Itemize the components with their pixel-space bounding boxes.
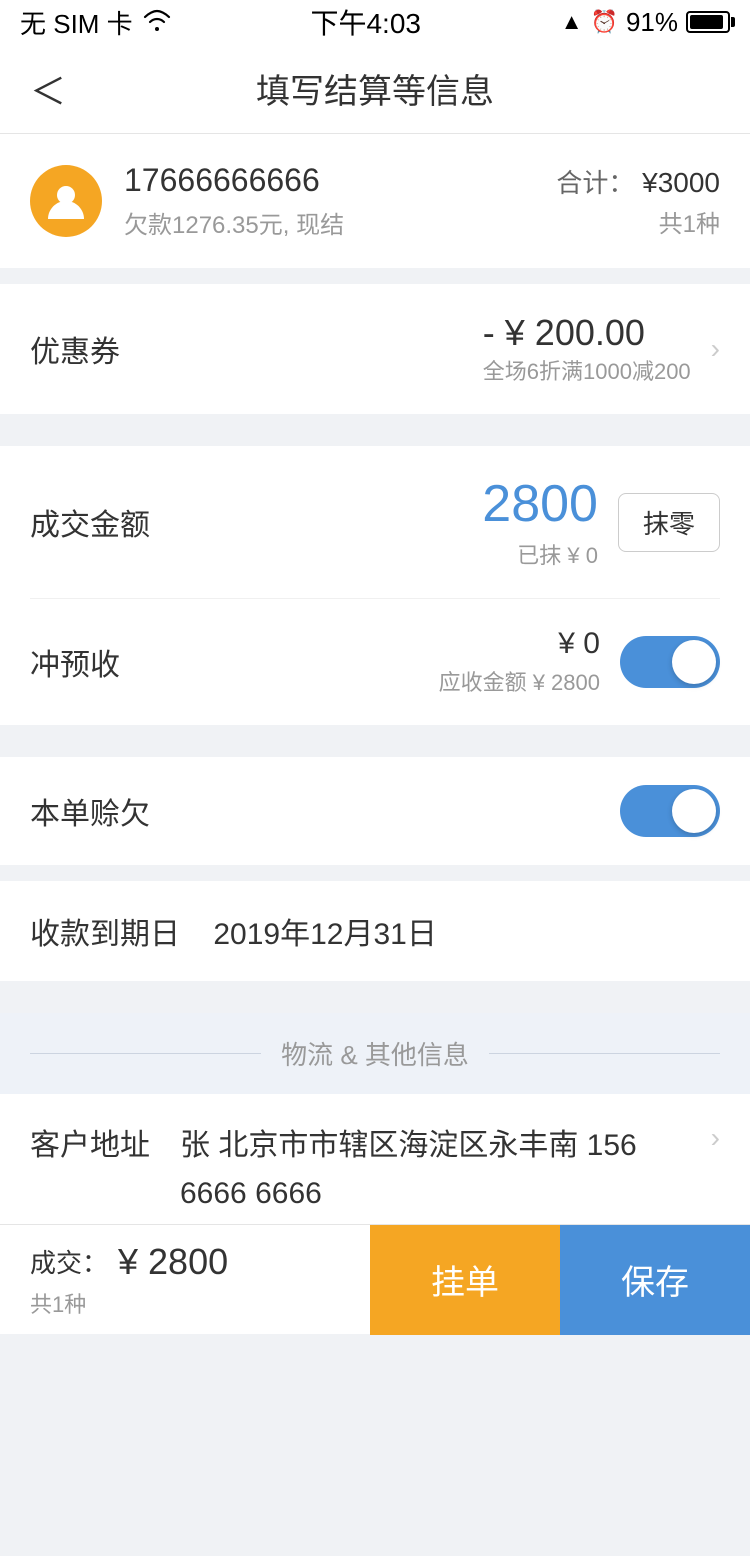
prepay-row: 冲预收 ¥ 0 应收金额 ¥ 2800 — [30, 598, 720, 725]
amount-label: 成交金额 — [30, 500, 150, 544]
coupon-info: - ¥ 200.00 全场6折满1000减200 — [483, 312, 691, 386]
duedate-section: 收款到期日 2019年12月31日 — [0, 881, 750, 981]
section-divider-2 — [0, 741, 750, 757]
toggle-knob — [672, 640, 716, 684]
prepay-amount: ¥ 0 — [439, 627, 600, 661]
battery-icon — [686, 11, 730, 33]
location-icon: ▲ — [561, 9, 583, 35]
avatar — [30, 165, 102, 237]
amount-value: 2800 — [482, 474, 598, 534]
logistics-line-left — [30, 1053, 261, 1054]
customer-info: 17666666666 欠款1276.35元, 现结 — [124, 162, 556, 240]
amount-sub: 已抹 ¥ 0 — [482, 538, 598, 570]
battery-fill — [690, 15, 723, 29]
amount-section: 成交金额 2800 已抹 ¥ 0 抹零 冲预收 ¥ 0 应收金额 ¥ 2800 — [0, 446, 750, 725]
bottom-summary-value: ¥ 2800 — [118, 1241, 228, 1283]
avatar-icon — [44, 179, 88, 223]
prepay-toggle[interactable] — [620, 636, 720, 688]
logistics-title: 物流 & 其他信息 — [261, 1035, 489, 1072]
coupon-right: - ¥ 200.00 全场6折满1000减200 › — [483, 312, 720, 386]
nav-bar: ＜ 填写结算等信息 — [0, 44, 750, 134]
customer-row: 17666666666 欠款1276.35元, 现结 合计： ¥3000 共1种 — [0, 134, 750, 268]
bottom-summary-count: 共1种 — [30, 1287, 340, 1319]
logistics-line-right — [489, 1053, 720, 1054]
prepay-values: ¥ 0 应收金额 ¥ 2800 — [439, 627, 600, 697]
hang-button[interactable]: 挂单 — [370, 1225, 560, 1335]
coupon-label: 优惠券 — [30, 327, 120, 371]
wifi-icon — [143, 7, 171, 38]
alarm-icon: ⏰ — [591, 9, 618, 35]
total-count: 共1种 — [556, 204, 720, 239]
round-zero-button[interactable]: 抹零 — [618, 493, 720, 552]
bottom-summary-label: 成交： — [30, 1243, 108, 1280]
bottom-summary: 成交： ¥ 2800 共1种 — [0, 1241, 370, 1319]
prepay-sub: 应收金额 ¥ 2800 — [439, 665, 600, 697]
logistics-header: 物流 & 其他信息 — [0, 1013, 750, 1094]
page-title: 填写结算等信息 — [256, 64, 494, 113]
amount-right-group: 2800 已抹 ¥ 0 抹零 — [482, 474, 720, 570]
total-value: ¥3000 — [642, 167, 720, 198]
amount-row: 成交金额 2800 已抹 ¥ 0 抹零 — [30, 446, 720, 598]
back-button[interactable]: ＜ — [30, 63, 66, 115]
chevron-right-icon: › — [711, 333, 720, 365]
total-label: 合计： — [556, 168, 634, 198]
customer-sub: 欠款1276.35元, 现结 — [124, 205, 556, 240]
customer-phone: 17666666666 — [124, 162, 556, 199]
prepay-right: ¥ 0 应收金额 ¥ 2800 — [439, 627, 720, 697]
duedate-value: 2019年12月31日 — [213, 918, 436, 951]
section-divider-3 — [0, 997, 750, 1013]
address-chevron-icon: › — [711, 1122, 720, 1154]
battery-percent: 91% — [626, 7, 678, 38]
bottom-bar: 成交： ¥ 2800 共1种 挂单 保存 — [0, 1224, 750, 1334]
address-value: 张 北京市市辖区海淀区永丰南 156 6666 6666 — [180, 1122, 691, 1218]
debit-toggle[interactable] — [620, 785, 720, 837]
status-bar: 无 SIM 卡 下午4:03 ▲ ⏰ 91% — [0, 0, 750, 44]
debit-toggle-knob — [672, 789, 716, 833]
save-button[interactable]: 保存 — [560, 1225, 750, 1335]
bottom-summary-top: 成交： ¥ 2800 — [30, 1241, 340, 1283]
section-divider-1 — [0, 430, 750, 446]
debit-row: 本单赊欠 — [0, 757, 750, 865]
coupon-discount: - ¥ 200.00 — [483, 312, 691, 354]
debit-label: 本单赊欠 — [30, 789, 150, 833]
duedate-label: 收款到期日 2019年12月31日 — [30, 918, 437, 951]
address-label: 客户地址 — [30, 1122, 150, 1170]
bottom-spacer — [0, 1446, 750, 1556]
coupon-desc: 全场6折满1000减200 — [483, 354, 691, 386]
status-bar-right: ▲ ⏰ 91% — [561, 7, 730, 38]
status-bar-left: 无 SIM 卡 — [20, 4, 171, 41]
customer-total: 合计： ¥3000 共1种 — [556, 163, 720, 239]
address-chevron: › — [691, 1122, 720, 1154]
coupon-row[interactable]: 优惠券 - ¥ 200.00 全场6折满1000减200 › — [0, 284, 750, 414]
amount-value-group: 2800 已抹 ¥ 0 — [482, 474, 598, 570]
prepay-label: 冲预收 — [30, 640, 120, 684]
carrier-label: 无 SIM 卡 — [20, 4, 133, 41]
status-bar-time: 下午4:03 — [310, 2, 421, 42]
total-line: 合计： ¥3000 — [556, 163, 720, 200]
